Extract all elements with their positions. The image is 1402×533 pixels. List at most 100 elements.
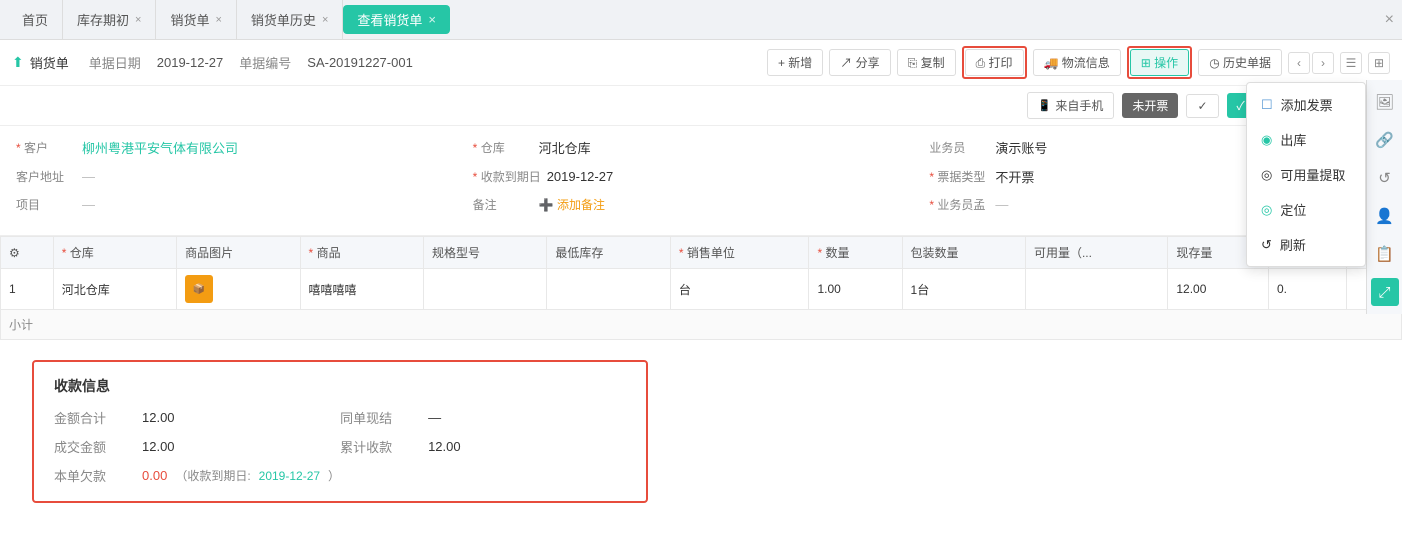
from-phone-icon: 📱 [1038, 99, 1052, 112]
owed-value: 0.00 [142, 468, 167, 483]
sidebar-icon-note[interactable]: 📋 [1371, 240, 1399, 268]
customer-label: 客户 [16, 139, 76, 156]
summary-total-amount: 金额合计 12.00 [54, 406, 340, 429]
tab-sales-order-close[interactable]: × [215, 14, 221, 26]
btn-copy[interactable]: ⎘ 复制 [897, 49, 956, 76]
customer-value[interactable]: 柳州粤港平安气体有限公司 [82, 138, 238, 157]
table-row: 1 河北仓库 📦 嘻嘻嘻嘻 台 1.00 1台 12.00 0. [1, 269, 1402, 310]
sidebar-icon-link[interactable]: 🔗 [1371, 126, 1399, 154]
nav-prev[interactable]: ‹ [1288, 52, 1310, 74]
tab-view-sales-close[interactable]: × [428, 12, 436, 27]
outbound-label: 出库 [1280, 130, 1306, 149]
col-min-stock: 最低库存 [547, 237, 670, 269]
btn-print[interactable]: ⎙ 打印 [965, 49, 1024, 76]
dropdown-locate[interactable]: ◎ 定位 [1247, 192, 1365, 227]
dropdown-outbound[interactable]: ◉ 出库 [1247, 122, 1365, 157]
add-remark-btn[interactable]: ➕ 添加备注 [539, 196, 605, 213]
btn-not-open[interactable]: 未开票 [1122, 93, 1178, 118]
main-container: ⬆ 销货单 单据日期 2019-12-27 单据编号 SA-20191227-0… [0, 40, 1402, 533]
view-list[interactable]: ☰ [1340, 52, 1362, 74]
owed-label: 本单欠款 [54, 466, 134, 485]
col-available: 可用量（... [1025, 237, 1167, 269]
total-paid-value: 12.00 [428, 439, 461, 454]
tab-inventory-init-close[interactable]: × [135, 14, 141, 26]
operate-highlight-box: ⊞ 操作 [1127, 46, 1192, 79]
invoice-label: 票据类型 [929, 168, 989, 185]
owed-extra-end: ） [328, 467, 340, 484]
tab-home[interactable]: 首页 [8, 0, 63, 39]
nav-next[interactable]: › [1312, 52, 1334, 74]
address-value: — [82, 169, 95, 184]
tab-sales-history-close[interactable]: × [322, 14, 328, 26]
btn-new[interactable]: + 新增 [767, 49, 823, 76]
locate-icon: ◎ [1261, 202, 1272, 218]
btn-share[interactable]: ↗ 分享 [829, 49, 890, 76]
project-label: 项目 [16, 196, 76, 213]
nav-arrows: ‹ › [1288, 52, 1334, 74]
payment-date-label: 收款到期日 [473, 168, 541, 185]
col-spec: 规格型号 [423, 237, 546, 269]
payment-date-field: 收款到期日 2019-12-27 [473, 168, 930, 185]
data-table: ⚙ 仓库 商品图片 商品 规格型号 最低库存 销售单位 数量 包装数量 可用量（… [0, 236, 1402, 340]
dropdown-add-invoice[interactable]: ☐ 添加发票 [1247, 87, 1365, 122]
row-spec [423, 269, 546, 310]
deal-amount-label: 成交金额 [54, 437, 134, 456]
summary-same-settle: 同单现结 — [340, 406, 626, 429]
doc-type-label: 销货单 [30, 53, 69, 72]
tab-inventory-init[interactable]: 库存期初 × [63, 0, 156, 39]
doc-meta: 单据日期 2019-12-27 单据编号 SA-20191227-001 [89, 53, 763, 72]
summary-deal-amount: 成交金额 12.00 [54, 435, 340, 458]
owed-date: 2019-12-27 [259, 469, 320, 483]
col-settings[interactable]: ⚙ [1, 237, 54, 269]
btn-history[interactable]: ◷ 历史单据 [1198, 49, 1282, 76]
outbound-icon: ◉ [1261, 132, 1272, 148]
summary-owed: 本单欠款 0.00 （收款到期日: 2019-12-27 ） [54, 464, 340, 487]
warehouse-field: 仓库 河北仓库 [473, 138, 930, 157]
tab-bar-close-all[interactable]: × [1385, 11, 1394, 29]
address-label: 客户地址 [16, 168, 76, 185]
confirm-icon: ✓ [1197, 99, 1207, 113]
right-sidebar: 🖼 🔗 ↺ 👤 📋 ⤢ [1366, 80, 1402, 314]
btn-logistics[interactable]: 🚚 物流信息 [1033, 49, 1121, 76]
dropdown-menu: ☐ 添加发票 ◉ 出库 ◎ 可用量提取 ◎ 定位 ↺ 刷新 [1246, 82, 1366, 267]
sidebar-icon-refresh[interactable]: ↺ [1371, 164, 1399, 192]
btn-operate[interactable]: ⊞ 操作 [1130, 49, 1189, 76]
btn-from-phone[interactable]: 📱 来自手机 [1027, 92, 1115, 119]
remark-field: 备注 ➕ 添加备注 [473, 196, 930, 213]
summary-box: 收款信息 金额合计 12.00 同单现结 — 成交金额 12.00 累计收款 1… [32, 360, 648, 503]
sidebar-icon-user[interactable]: 👤 [1371, 202, 1399, 230]
staff-label: 业务员 [929, 139, 989, 156]
address-field: 客户地址 — [16, 168, 473, 185]
available-extract-label: 可用量提取 [1280, 165, 1345, 184]
tab-sales-order[interactable]: 销货单 × [156, 0, 236, 39]
row-current-stock: 12.00 [1168, 269, 1269, 310]
tab-view-sales-label: 查看销货单 [357, 10, 422, 29]
owed-extra: （收款到期日: [175, 467, 250, 484]
summary-grid: 金额合计 12.00 同单现结 — 成交金额 12.00 累计收款 12.00 … [54, 406, 626, 487]
subtotal-row: 小计 [1, 310, 1402, 340]
total-amount-label: 金额合计 [54, 408, 134, 427]
tab-sales-history[interactable]: 销货单历史 × [237, 0, 343, 39]
date-value: 2019-12-27 [157, 55, 224, 70]
payment-date-value: 2019-12-27 [547, 169, 614, 184]
btn-confirm[interactable]: ✓ [1186, 94, 1218, 118]
col-pack-qty: 包装数量 [902, 237, 1025, 269]
sidebar-icon-image[interactable]: 🖼 [1371, 88, 1399, 116]
staff-value: 演示账号 [995, 138, 1047, 157]
same-settle-label: 同单现结 [340, 408, 420, 427]
dropdown-refresh[interactable]: ↺ 刷新 [1247, 227, 1365, 262]
dropdown-available-extract[interactable]: ◎ 可用量提取 [1247, 157, 1365, 192]
tab-view-sales[interactable]: 查看销货单 × [343, 5, 450, 34]
view-grid[interactable]: ⊞ [1368, 52, 1390, 74]
locate-label: 定位 [1280, 200, 1306, 219]
tab-inventory-init-label: 库存期初 [77, 10, 129, 29]
summary-title: 收款信息 [54, 376, 626, 396]
doc-title: ⬆ 销货单 [12, 53, 69, 72]
total-amount-value: 12.00 [142, 410, 175, 425]
toolbar-actions: + 新增 ↗ 分享 ⎘ 复制 ⎙ 打印 🚚 物流信息 ⊞ 操作 [767, 46, 1390, 79]
sales-staff-label: 业务员孟 [929, 196, 989, 213]
sidebar-icon-expand[interactable]: ⤢ [1371, 278, 1399, 306]
col-unit: 销售单位 [670, 237, 809, 269]
refresh-icon: ↺ [1261, 237, 1272, 253]
summary-container: 收款信息 金额合计 12.00 同单现结 — 成交金额 12.00 累计收款 1… [0, 340, 1402, 523]
